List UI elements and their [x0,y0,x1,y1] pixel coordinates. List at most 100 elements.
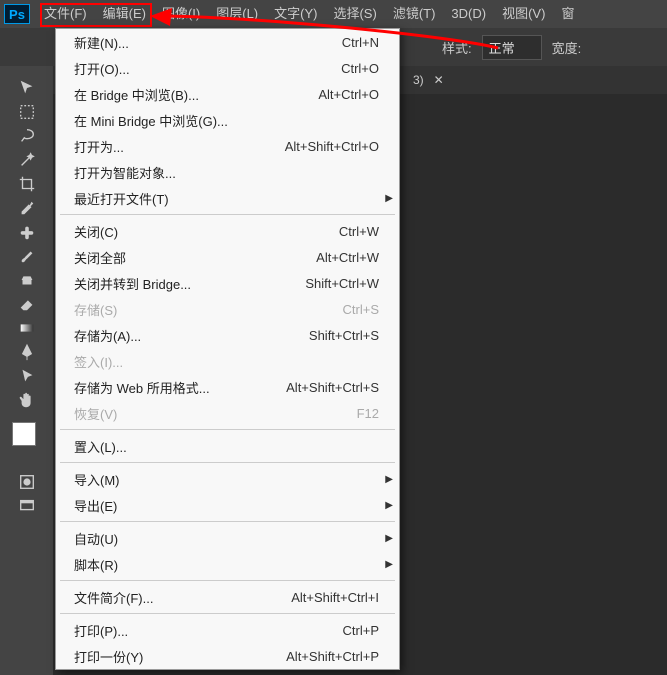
menu-item: 存储(S) Ctrl+S [56,296,399,322]
menu-select[interactable]: 选择(S) [325,0,384,28]
menu-item-shortcut: Ctrl+S [343,302,379,317]
menu-filter[interactable]: 滤镜(T) [385,0,444,28]
menu-item-shortcut: Alt+Ctrl+O [318,87,379,102]
menu-item[interactable]: 自动(U) ▶ [56,525,399,551]
document-tab-tail[interactable]: 3) [413,73,424,87]
eyedropper-tool[interactable] [11,196,43,220]
menu-item[interactable]: 打开为...Alt+Shift+Ctrl+O [56,133,399,159]
menu-item-label: 存储为(A)... [74,326,141,345]
menu-item[interactable]: 存储为(A)...Shift+Ctrl+S [56,322,399,348]
menu-item-shortcut: Ctrl+P [343,623,379,638]
menu-item-label: 导入(M) [74,470,120,489]
gradient-tool[interactable] [11,316,43,340]
menu-item[interactable]: 打印(P)... Ctrl+P [56,617,399,643]
menu-3d[interactable]: 3D(D) [443,0,494,28]
left-toolbar [0,66,53,675]
menu-item: 签入(I)... [56,348,399,374]
menu-separator [60,429,395,430]
submenu-arrow-icon: ▶ [385,474,393,485]
hand-tool[interactable] [11,388,43,412]
menu-item[interactable]: 打开为智能对象... [56,159,399,185]
color-swatches[interactable] [8,422,46,460]
options-width-label: 宽度: [552,38,582,57]
menu-item[interactable]: 新建(N)... Ctrl+N [56,29,399,55]
menu-item[interactable]: 脚本(R)▶ [56,551,399,577]
menu-item[interactable]: 在 Bridge 中浏览(B)... Alt+Ctrl+O [56,81,399,107]
menu-view[interactable]: 视图(V) [494,0,553,28]
menu-item-label: 打开为智能对象... [74,163,176,182]
menu-separator [60,462,395,463]
menu-item-shortcut: Alt+Shift+Ctrl+I [291,590,379,605]
menu-item[interactable]: 打开(O)...Ctrl+O [56,55,399,81]
menu-item[interactable]: 导出(E)▶ [56,492,399,518]
menu-item[interactable]: 在 Mini Bridge 中浏览(G)... [56,107,399,133]
screen-mode[interactable] [11,494,43,518]
options-style-select[interactable]: 正常 [482,35,542,60]
menu-item-label: 关闭并转到 Bridge... [74,274,191,293]
marquee-tool[interactable] [11,100,43,124]
menu-separator [60,521,395,522]
menu-layer[interactable]: 图层(L) [208,0,266,28]
crop-tool[interactable] [11,172,43,196]
menu-window[interactable]: 窗 [553,0,582,28]
menu-item-label: 关闭全部 [74,248,126,267]
file-dropdown-menu: 新建(N)...Ctrl+N打开(O)...Ctrl+O在 Bridge 中浏览… [55,28,400,670]
menu-item-label: 打开为... [74,137,124,156]
menu-item-shortcut: F12 [357,406,379,421]
menu-separator [60,580,395,581]
menu-item-shortcut: Alt+Shift+Ctrl+P [286,649,379,664]
menu-item[interactable]: 导入(M) ▶ [56,466,399,492]
menu-item-shortcut: Alt+Shift+Ctrl+S [286,380,379,395]
menu-item-label: 文件简介(F)... [74,588,153,607]
menu-item[interactable]: 关闭(C) Ctrl+W [56,218,399,244]
menu-separator [60,613,395,614]
main-menubar: Ps 文件(F)编辑(E)图像(I)图层(L)文字(Y)选择(S)滤镜(T)3D… [0,0,667,28]
menu-item-shortcut: Shift+Ctrl+W [305,276,379,291]
menu-item[interactable]: 打印一份(Y) Alt+Shift+Ctrl+P [56,643,399,669]
menu-separator [60,214,395,215]
lasso-tool[interactable] [11,124,43,148]
menu-item[interactable]: 文件简介(F)... Alt+Shift+Ctrl+I [56,584,399,610]
quick-mask[interactable] [11,470,43,494]
menu-item-label: 打印(P)... [74,621,128,640]
menu-item-label: 导出(E) [74,496,117,515]
app-logo: Ps [4,4,30,24]
menu-item-label: 打印一份(Y) [74,647,143,666]
path-select-tool[interactable] [11,364,43,388]
submenu-arrow-icon: ▶ [385,559,393,570]
pen-tool[interactable] [11,340,43,364]
brush-tool[interactable] [11,244,43,268]
move-tool[interactable] [11,76,43,100]
submenu-arrow-icon: ▶ [385,193,393,204]
menu-item: 恢复(V)F12 [56,400,399,426]
menu-item-shortcut: Ctrl+O [341,61,379,76]
healing-brush-tool[interactable] [11,220,43,244]
menu-item[interactable]: 最近打开文件(T) ▶ [56,185,399,211]
menu-item-label: 在 Mini Bridge 中浏览(G)... [74,111,228,130]
menu-item-label: 置入(L)... [74,437,127,456]
options-style-label: 样式: [442,38,472,57]
menu-item-label: 自动(U) [74,529,118,548]
menu-item[interactable]: 关闭全部Alt+Ctrl+W [56,244,399,270]
foreground-color-swatch[interactable] [12,422,36,446]
menu-image[interactable]: 图像(I) [154,0,208,28]
menu-item[interactable]: 存储为 Web 所用格式... Alt+Shift+Ctrl+S [56,374,399,400]
menu-item-label: 在 Bridge 中浏览(B)... [74,85,199,104]
menu-item[interactable]: 置入(L)... [56,433,399,459]
menu-item[interactable]: 关闭并转到 Bridge... Shift+Ctrl+W [56,270,399,296]
magic-wand-tool[interactable] [11,148,43,172]
menu-file[interactable]: 文件(F) [36,0,95,28]
menu-item-label: 关闭(C) [74,222,118,241]
eraser-tool[interactable] [11,292,43,316]
menu-item-label: 存储为 Web 所用格式... [74,378,210,397]
menu-item-label: 最近打开文件(T) [74,189,169,208]
submenu-arrow-icon: ▶ [385,533,393,544]
clone-stamp-tool[interactable] [11,268,43,292]
menu-item-label: 存储(S) [74,300,117,319]
tab-close-icon[interactable]: ✕ [434,73,444,87]
menu-edit[interactable]: 编辑(E) [95,0,154,28]
menu-item-shortcut: Ctrl+N [342,35,379,50]
menu-item-shortcut: Ctrl+W [339,224,379,239]
menu-type[interactable]: 文字(Y) [266,0,325,28]
menu-item-label: 新建(N)... [74,33,129,52]
